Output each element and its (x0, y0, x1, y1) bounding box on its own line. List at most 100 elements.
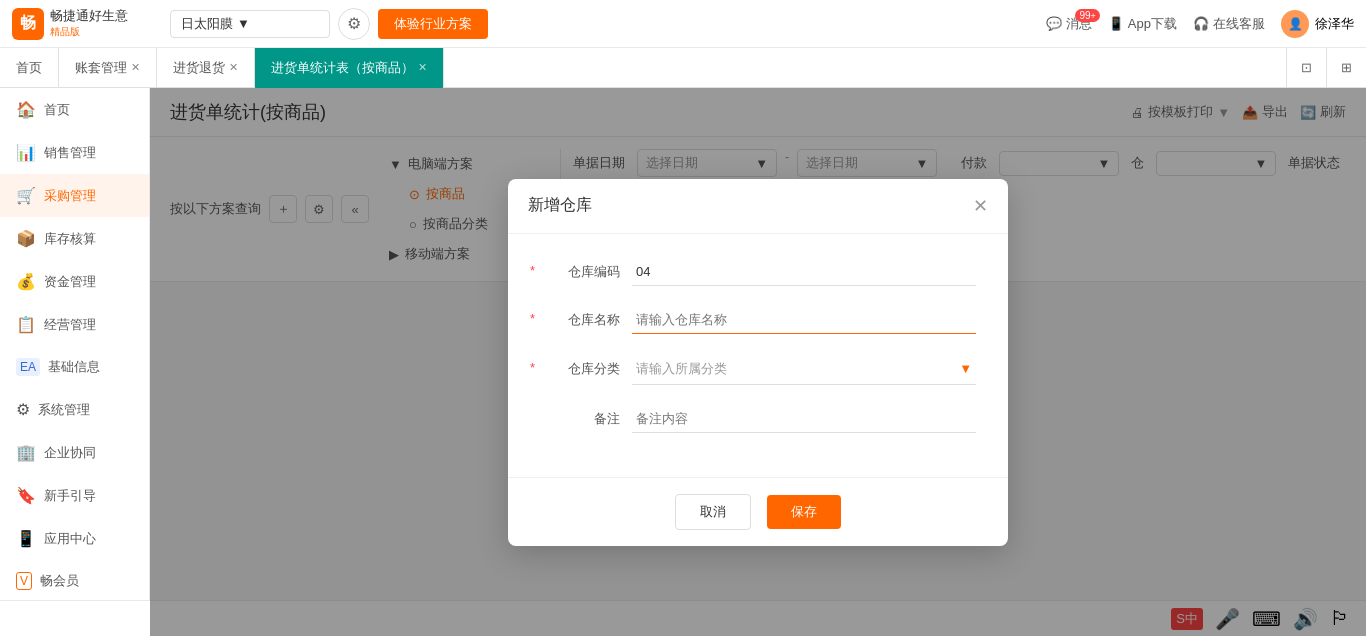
tab-purchase-stats-label: 进货单统计表（按商品） (271, 59, 414, 77)
form-row-note: 备注 (540, 405, 976, 433)
phone-icon: 📱 (1108, 16, 1124, 31)
sidebar-item-appcenter-label: 应用中心 (44, 530, 96, 548)
tab-purchase-returns-label: 进货退货 (173, 59, 225, 77)
sidebar-item-guide[interactable]: 🔖 新手引导 (0, 474, 149, 517)
new-warehouse-dialog: 新增仓库 ✕ 仓库编码 仓库名称 仓库分类 (508, 179, 1008, 546)
gear-button[interactable]: ⚙ (338, 8, 370, 40)
tab-restore-button[interactable]: ⊡ (1286, 48, 1326, 88)
modal-overlay: 新增仓库 ✕ 仓库编码 仓库名称 仓库分类 (150, 88, 1366, 636)
basic-icon: EA (16, 358, 40, 376)
code-input[interactable] (632, 258, 976, 286)
header-right: 💬 消息 99+ 📱 App下载 🎧 在线客服 👤 徐泽华 (1046, 10, 1354, 38)
name-input[interactable] (632, 306, 976, 334)
home-icon: 🏠 (16, 100, 36, 119)
top-header: 畅 畅捷通好生意 精品版 日太阳膜 ▼ ⚙ 体验行业方案 💬 消息 99+ 📱 … (0, 0, 1366, 48)
sidebar-item-appcenter[interactable]: 📱 应用中心 (0, 517, 149, 560)
sidebar-item-home-label: 首页 (44, 101, 70, 119)
operation-icon: 📋 (16, 315, 36, 334)
sidebar-item-inventory-label: 库存核算 (44, 230, 96, 248)
sidebar-item-guide-label: 新手引导 (44, 487, 96, 505)
chevron-down-icon: ▼ (237, 16, 250, 31)
sidebar-item-purchase[interactable]: 🛒 采购管理 (0, 174, 149, 217)
sidebar-item-finance-label: 资金管理 (44, 273, 96, 291)
sidebar-item-operation[interactable]: 📋 经营管理 (0, 303, 149, 346)
sidebar-item-basic-label: 基础信息 (48, 358, 100, 376)
tab-accounts-close[interactable]: ✕ (131, 61, 140, 74)
inventory-icon: 📦 (16, 229, 36, 248)
dialog-title: 新增仓库 (528, 195, 592, 216)
logo-area: 畅 畅捷通好生意 精品版 (12, 8, 162, 40)
tab-maximize-button[interactable]: ⊞ (1326, 48, 1366, 88)
tab-purchase-returns[interactable]: 进货退货 ✕ (157, 48, 255, 88)
appcenter-icon: 📱 (16, 529, 36, 548)
form-row-category: 仓库分类 请输入所属分类 ▼ (540, 354, 976, 385)
enterprise-icon: 🏢 (16, 443, 36, 462)
name-label: 仓库名称 (540, 311, 620, 329)
member-icon: V (16, 572, 32, 590)
sidebar-item-purchase-label: 采购管理 (44, 187, 96, 205)
sidebar-item-enterprise-label: 企业协同 (44, 444, 96, 462)
sidebar-item-member[interactable]: V 畅会员 (0, 560, 149, 602)
save-button[interactable]: 保存 (767, 495, 841, 529)
logo-sub: 精品版 (50, 25, 128, 39)
content-area: 进货单统计(按商品) 🖨 按模板打印 ▼ 📤 导出 🔄 刷新 (150, 88, 1366, 636)
logo-char: 畅 (20, 13, 36, 34)
guide-icon: 🔖 (16, 486, 36, 505)
store-selector[interactable]: 日太阳膜 ▼ (170, 10, 330, 38)
form-row-name: 仓库名称 (540, 306, 976, 334)
message-icon: 💬 (1046, 16, 1062, 31)
message-badge: 99+ (1075, 9, 1099, 22)
main-layout: 🏠 首页 📊 销售管理 🛒 采购管理 📦 库存核算 💰 资金管理 📋 经营管理 … (0, 88, 1366, 636)
user-avatar: 👤 (1281, 10, 1309, 38)
logo-text: 畅捷通好生意 (50, 8, 128, 25)
tab-purchase-returns-close[interactable]: ✕ (229, 61, 238, 74)
category-chevron-icon: ▼ (959, 361, 972, 376)
online-service-item[interactable]: 🎧 在线客服 (1193, 15, 1265, 33)
sidebar-item-member-label: 畅会员 (40, 572, 79, 590)
dialog-close-button[interactable]: ✕ (973, 195, 988, 217)
store-name: 日太阳膜 (181, 15, 233, 33)
sidebar: 🏠 首页 📊 销售管理 🛒 采购管理 📦 库存核算 💰 资金管理 📋 经营管理 … (0, 88, 150, 636)
logo-icon: 畅 (12, 8, 44, 40)
headset-icon: 🎧 (1193, 16, 1209, 31)
sidebar-item-system-label: 系统管理 (38, 401, 90, 419)
tab-home-label: 首页 (16, 59, 42, 77)
finance-icon: 💰 (16, 272, 36, 291)
app-download-item[interactable]: 📱 App下载 (1108, 15, 1177, 33)
dialog-header: 新增仓库 ✕ (508, 179, 1008, 234)
tab-bar: 首页 账套管理 ✕ 进货退货 ✕ 进货单统计表（按商品） ✕ ⊡ ⊞ (0, 48, 1366, 88)
code-label: 仓库编码 (540, 263, 620, 281)
sales-icon: 📊 (16, 143, 36, 162)
form-row-code: 仓库编码 (540, 258, 976, 286)
tab-accounts-label: 账套管理 (75, 59, 127, 77)
app-download-label: App下载 (1128, 15, 1177, 33)
tab-home[interactable]: 首页 (0, 48, 59, 88)
category-label: 仓库分类 (540, 360, 620, 378)
sidebar-item-system[interactable]: ⚙ 系统管理 (0, 388, 149, 431)
note-input[interactable] (632, 405, 976, 433)
message-item[interactable]: 💬 消息 99+ (1046, 15, 1092, 33)
category-select[interactable]: 请输入所属分类 ▼ (632, 354, 976, 385)
sidebar-item-sales[interactable]: 📊 销售管理 (0, 131, 149, 174)
sidebar-item-basic[interactable]: EA 基础信息 (0, 346, 149, 388)
dialog-footer: 取消 保存 (508, 477, 1008, 546)
system-icon: ⚙ (16, 400, 30, 419)
tab-purchase-stats[interactable]: 进货单统计表（按商品） ✕ (255, 48, 444, 88)
sidebar-item-inventory[interactable]: 📦 库存核算 (0, 217, 149, 260)
dialog-body: 仓库编码 仓库名称 仓库分类 请输入所属分类 ▼ (508, 234, 1008, 477)
category-placeholder: 请输入所属分类 (636, 360, 727, 378)
sidebar-item-home[interactable]: 🏠 首页 (0, 88, 149, 131)
sidebar-item-sales-label: 销售管理 (44, 144, 96, 162)
sidebar-item-finance[interactable]: 💰 资金管理 (0, 260, 149, 303)
user-area[interactable]: 👤 徐泽华 (1281, 10, 1354, 38)
note-label: 备注 (540, 410, 620, 428)
online-service-label: 在线客服 (1213, 15, 1265, 33)
purchase-icon: 🛒 (16, 186, 36, 205)
tab-accounts[interactable]: 账套管理 ✕ (59, 48, 157, 88)
sidebar-item-enterprise[interactable]: 🏢 企业协同 (0, 431, 149, 474)
cancel-button[interactable]: 取消 (675, 494, 751, 530)
trial-button[interactable]: 体验行业方案 (378, 9, 488, 39)
username-label: 徐泽华 (1315, 15, 1354, 33)
sidebar-item-operation-label: 经营管理 (44, 316, 96, 334)
tab-purchase-stats-close[interactable]: ✕ (418, 61, 427, 74)
